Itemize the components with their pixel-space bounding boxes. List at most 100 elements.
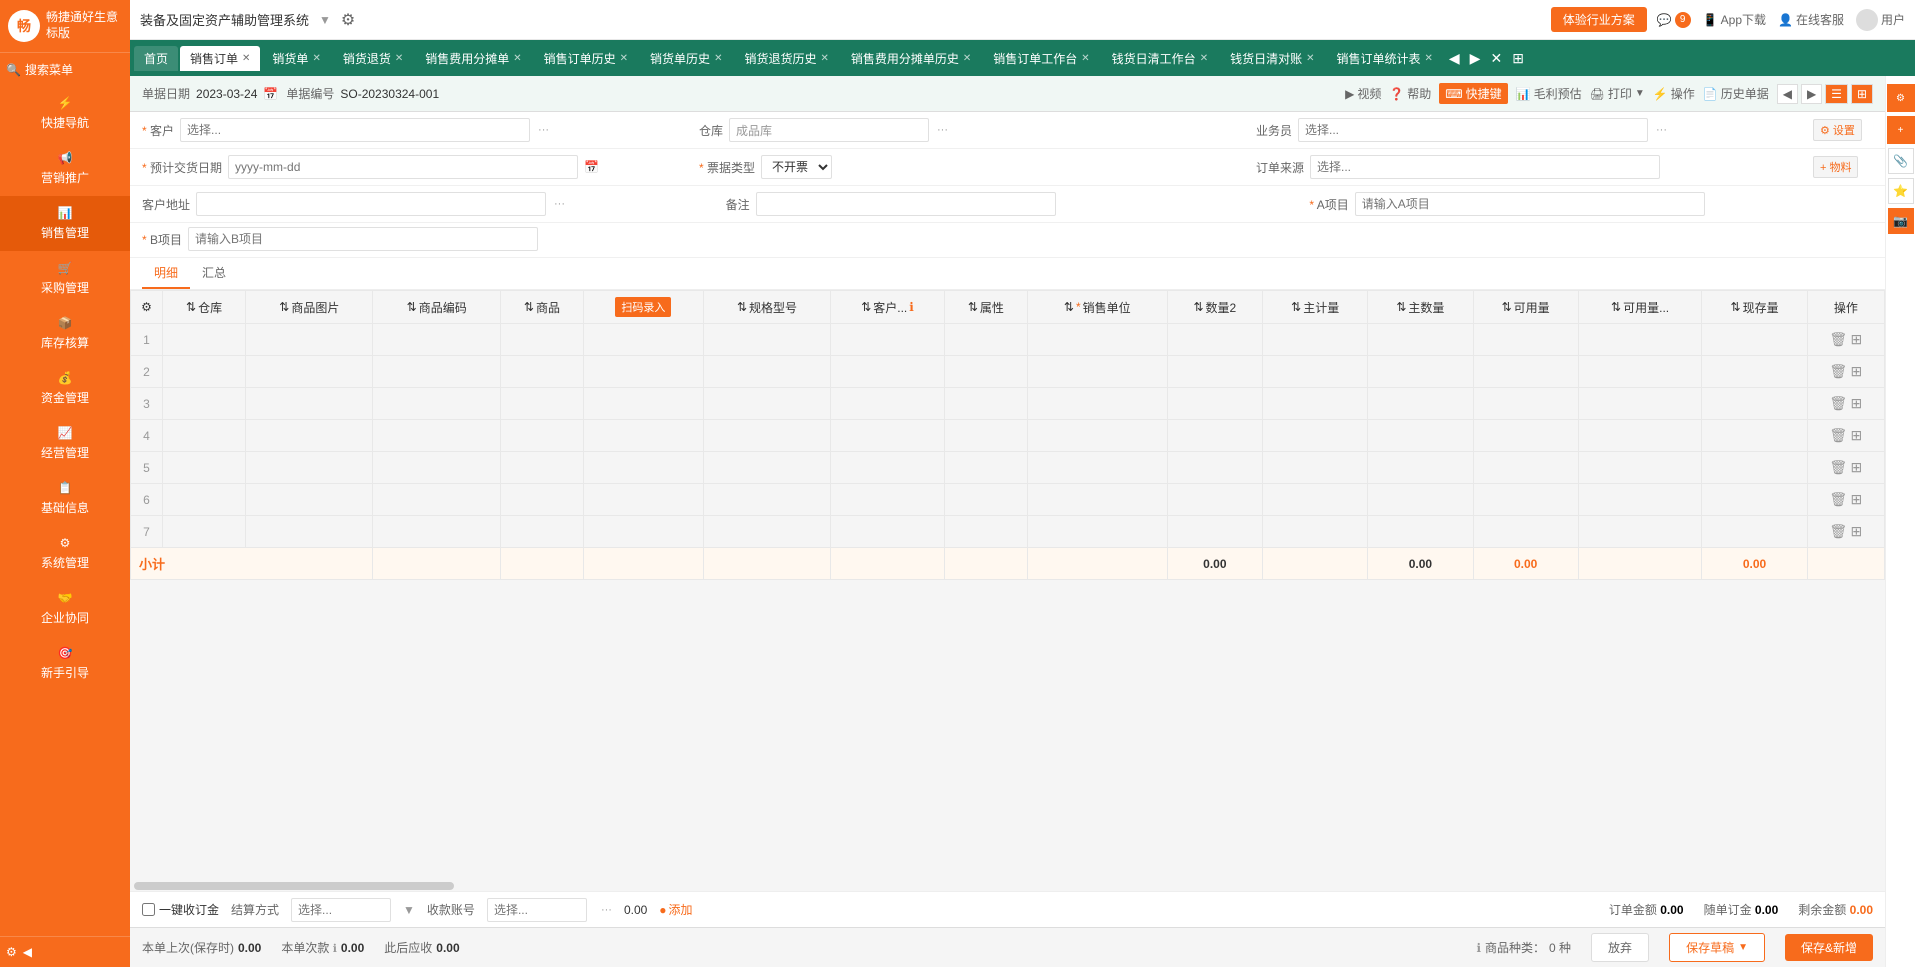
save-new-button[interactable]: 保存&新增 <box>1785 934 1873 961</box>
sidebar-item-search[interactable]: 🔍 搜索菜单 <box>0 53 130 86</box>
tab-sales-return-history[interactable]: 销货退货历史 ✕ <box>734 46 838 71</box>
tab-prev-button[interactable]: ◀ <box>1445 48 1464 69</box>
row-1-delete-button[interactable]: 🗑 <box>1829 331 1847 348</box>
sidebar-item-newbie[interactable]: 🎯 新手引导 <box>0 636 130 691</box>
dropdown-icon[interactable]: ▼ <box>319 13 331 27</box>
tab-cash-workbench[interactable]: 钱货日清工作台 ✕ <box>1102 46 1218 71</box>
tab-sales-workbench[interactable]: 销售订单工作台 ✕ <box>983 46 1099 71</box>
row-6-delete-button[interactable]: 🗑 <box>1829 491 1847 508</box>
app-download-button[interactable]: 📱 App下载 <box>1703 11 1766 28</box>
address-ellipsis[interactable]: ··· <box>554 198 565 210</box>
column-settings-icon[interactable]: ⚙ <box>141 300 152 314</box>
tab-expand-button[interactable]: ⊞ <box>1508 48 1528 69</box>
row-6-copy-button[interactable]: ⊞ <box>1851 491 1863 508</box>
row-5-copy-button[interactable]: ⊞ <box>1851 459 1863 476</box>
address-input[interactable] <box>196 192 546 216</box>
salesperson-ellipsis[interactable]: ··· <box>1656 124 1667 136</box>
row-2-delete-button[interactable]: 🗑 <box>1829 363 1847 380</box>
row-2-copy-button[interactable]: ⊞ <box>1851 363 1863 380</box>
tab-sales-expense-history[interactable]: 销售费用分摊单历史 ✕ <box>841 46 981 71</box>
list-view-button[interactable]: ☰ <box>1825 84 1848 104</box>
tab-sales-workbench-close[interactable]: ✕ <box>1081 53 1089 64</box>
scan-input-button[interactable]: 扫码录入 <box>615 297 671 317</box>
save-draft-button[interactable]: 保存草稿 ▼ <box>1669 933 1765 962</box>
discard-button[interactable]: 放弃 <box>1591 933 1649 962</box>
sidebar-item-system[interactable]: ⚙ 系统管理 <box>0 526 130 581</box>
settings-button[interactable]: ⚙ 设置 <box>1813 119 1862 141</box>
print-button[interactable]: 🖨 打印 ▼ <box>1590 85 1645 102</box>
tab-sales-stats-close[interactable]: ✕ <box>1425 53 1433 64</box>
settings-gear-icon[interactable]: ⚙ <box>341 10 355 30</box>
online-service-button[interactable]: 👤 在线客服 <box>1778 11 1844 28</box>
history-bill-button[interactable]: 📄 历史单据 <box>1703 85 1769 102</box>
row-4-copy-button[interactable]: ⊞ <box>1851 427 1863 444</box>
tab-cash-workbench-close[interactable]: ✕ <box>1200 53 1208 64</box>
tab-sales-return-close[interactable]: ✕ <box>395 53 403 64</box>
material-button[interactable]: + 物料 <box>1813 156 1858 178</box>
prev-bill-button[interactable]: ◀ <box>1777 84 1798 104</box>
sidebar-item-finance[interactable]: 💰 资金管理 <box>0 361 130 416</box>
sidebar-item-quick-nav[interactable]: ⚡ 快捷导航 <box>0 86 130 141</box>
horizontal-scrollbar[interactable] <box>130 881 1885 891</box>
table-container[interactable]: ⚙ ⇅仓库 ⇅商品图片 ⇅商品编码 <box>130 290 1885 881</box>
tab-sales-order[interactable]: 销售订单 ✕ <box>180 46 260 71</box>
tab-sales-return[interactable]: 销货退货 ✕ <box>333 46 413 71</box>
next-bill-button[interactable]: ▶ <box>1801 84 1822 104</box>
tab-sales-order-history[interactable]: 销售订单历史 ✕ <box>534 46 638 71</box>
sidebar-item-enterprise[interactable]: 🤝 企业协同 <box>0 581 130 636</box>
row-3-delete-button[interactable]: 🗑 <box>1829 395 1847 412</box>
tab-sales-return-history-close[interactable]: ✕ <box>820 53 828 64</box>
sidebar-item-operations[interactable]: 📈 经营管理 <box>0 416 130 471</box>
tab-sales-stats[interactable]: 销售订单统计表 ✕ <box>1326 46 1442 71</box>
sidebar-item-purchase[interactable]: 🛒 采购管理 <box>0 251 130 306</box>
profit-button[interactable]: 📊 毛利预估 <box>1516 85 1582 102</box>
tab-sales-invoice-history[interactable]: 销货单历史 ✕ <box>640 46 732 71</box>
deposit-checkbox[interactable] <box>142 903 155 916</box>
customer-ellipsis[interactable]: ··· <box>538 124 549 136</box>
message-button[interactable]: 💬 9 <box>1657 12 1691 28</box>
shortcut-button[interactable]: ⌨ 快捷键 <box>1439 83 1507 104</box>
b-project-input[interactable] <box>188 227 538 251</box>
tab-summary[interactable]: 汇总 <box>190 258 238 289</box>
tab-sales-invoice-close[interactable]: ✕ <box>312 53 320 64</box>
sidebar-collapse-icon[interactable]: ◀ <box>23 945 32 959</box>
sidebar-item-sales[interactable]: 📊 销售管理 <box>0 196 130 251</box>
tab-sales-expense-close[interactable]: ✕ <box>513 53 521 64</box>
tab-sales-order-history-close[interactable]: ✕ <box>620 53 628 64</box>
tab-home[interactable]: 首页 <box>134 46 178 71</box>
tab-next-button[interactable]: ▶ <box>1466 48 1485 69</box>
right-attach-btn[interactable]: 📎 <box>1888 148 1914 174</box>
print-dropdown-icon[interactable]: ▼ <box>1635 88 1645 99</box>
row-5-delete-button[interactable]: 🗑 <box>1829 459 1847 476</box>
user-button[interactable]: 用户 <box>1856 9 1905 31</box>
calc-method-input[interactable] <box>291 898 391 922</box>
tab-sales-order-close[interactable]: ✕ <box>242 53 250 64</box>
add-payment-button[interactable]: ● 添加 <box>659 901 692 918</box>
tab-cash-reconcile[interactable]: 钱货日清对账 ✕ <box>1220 46 1324 71</box>
row-1-copy-button[interactable]: ⊞ <box>1851 331 1863 348</box>
tab-close-all-button[interactable]: ✕ <box>1486 48 1506 69</box>
customer-input[interactable] <box>180 118 530 142</box>
right-star-btn[interactable]: ⭐ <box>1888 178 1914 204</box>
remarks-input[interactable] <box>756 192 1056 216</box>
calc-method-dropdown-icon[interactable]: ▼ <box>403 903 415 917</box>
tab-sales-invoice-history-close[interactable]: ✕ <box>714 53 722 64</box>
sidebar-item-marketing[interactable]: 📢 营销推广 <box>0 141 130 196</box>
right-settings-btn[interactable]: ⚙ <box>1887 84 1915 112</box>
tab-cash-reconcile-close[interactable]: ✕ <box>1306 53 1314 64</box>
tab-sales-expense-history-close[interactable]: ✕ <box>963 53 971 64</box>
sidebar-item-basic-info[interactable]: 📋 基础信息 <box>0 471 130 526</box>
operation-button[interactable]: ⚡ 操作 <box>1653 85 1695 102</box>
delivery-date-input[interactable] <box>228 155 578 179</box>
row-7-copy-button[interactable]: ⊞ <box>1851 523 1863 540</box>
row-7-delete-button[interactable]: 🗑 <box>1829 523 1847 540</box>
deposit-checkbox-label[interactable]: 一键收订金 <box>142 901 219 918</box>
order-source-input[interactable] <box>1310 155 1660 179</box>
salesperson-input[interactable] <box>1298 118 1648 142</box>
industry-solution-button[interactable]: 体验行业方案 <box>1551 7 1647 32</box>
warehouse-ellipsis[interactable]: ··· <box>937 124 948 136</box>
right-camera-btn[interactable]: 📷 <box>1888 208 1914 234</box>
account-ellipsis[interactable]: ··· <box>601 904 612 916</box>
grid-view-button[interactable]: ⊞ <box>1851 84 1873 104</box>
calendar-icon[interactable]: 📅 <box>263 87 278 101</box>
